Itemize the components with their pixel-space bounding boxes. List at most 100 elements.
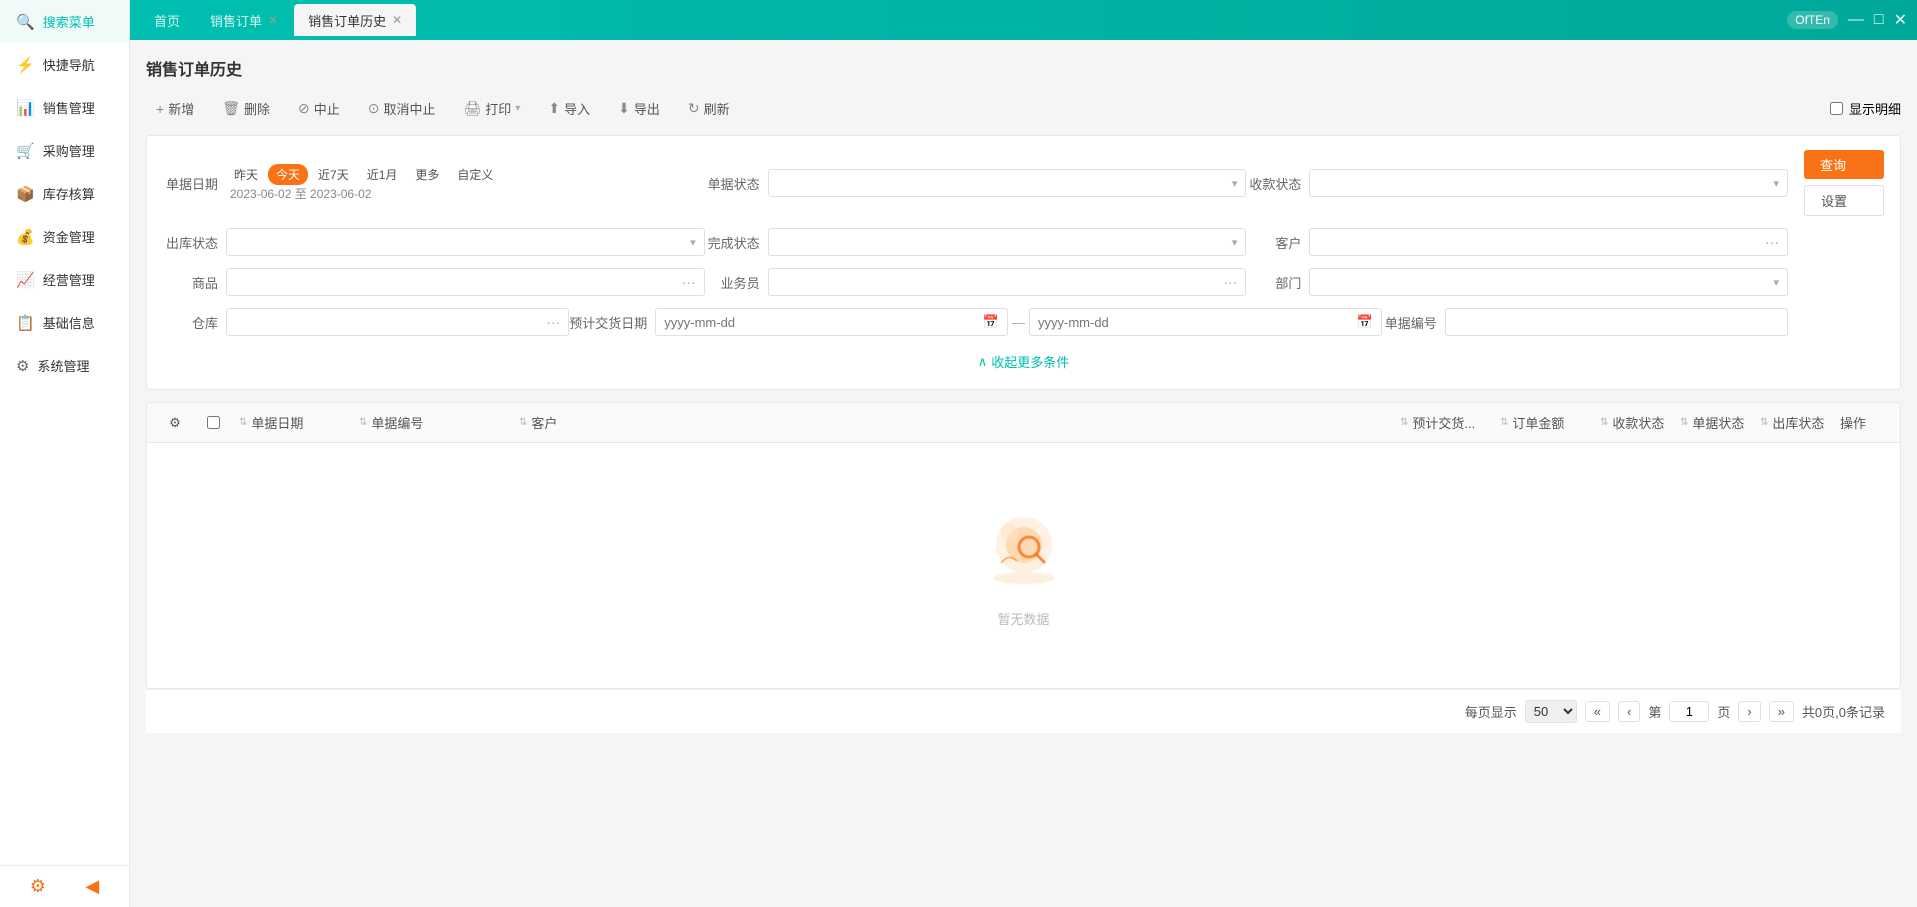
sys-mgmt-icon: ⚙ — [16, 357, 29, 375]
sidebar-item-base-info[interactable]: 📋 基础信息 — [0, 301, 129, 344]
often-badge[interactable]: OfTEn — [1787, 11, 1838, 29]
page-size-select[interactable]: 20 50 100 — [1525, 700, 1577, 723]
goods-control[interactable]: ··· — [226, 268, 705, 296]
tab-sales-order-history-close[interactable]: ✕ — [392, 14, 402, 26]
th-order-amount[interactable]: ⇅ 订单金额 — [1492, 413, 1592, 432]
current-page-input[interactable] — [1669, 701, 1709, 722]
th-checkbox[interactable] — [195, 416, 231, 429]
sidebar-item-ops-mgmt[interactable]: 📈 经营管理 — [0, 258, 129, 301]
query-button[interactable]: 查询 — [1804, 150, 1884, 179]
prev-page-button[interactable]: ‹ — [1618, 701, 1640, 722]
tab-sales-order-history[interactable]: 销售订单历史 ✕ — [294, 4, 416, 36]
out-status-label: 出库状态 — [163, 233, 218, 252]
sidebar-item-sales-mgmt[interactable]: 📊 销售管理 — [0, 86, 129, 129]
select-all-checkbox[interactable] — [207, 416, 220, 429]
filter-item-doc-date: 单据日期 昨天 今天 近7天 近1月 更多 自定义 2023-06-02 至 2… — [163, 164, 705, 202]
doc-number-control[interactable] — [1445, 308, 1788, 336]
warehouse-dots-icon[interactable]: ··· — [546, 314, 560, 330]
th-doc-date[interactable]: ⇅ 单据日期 — [231, 413, 351, 432]
cancel-stop-button[interactable]: ⊙ 取消中止 — [358, 94, 446, 123]
th-payment-status[interactable]: ⇅ 收款状态 — [1592, 413, 1672, 432]
last-page-button[interactable]: » — [1769, 701, 1794, 722]
sidebar-item-sys-mgmt[interactable]: ⚙ 系统管理 — [0, 344, 129, 387]
date-tab-more[interactable]: 更多 — [407, 164, 447, 185]
th-doc-number[interactable]: ⇅ 单据编号 — [351, 413, 511, 432]
th-delivery-date-label: 预计交货... — [1412, 413, 1475, 432]
data-table: ⚙ ⇅ 单据日期 ⇅ 单据编号 ⇅ 客户 ⇅ — [146, 402, 1901, 689]
complete-status-control[interactable]: ▾ — [768, 228, 1247, 256]
delete-button[interactable]: 🗑 删除 — [212, 94, 280, 123]
stop-button[interactable]: ⊘ 中止 — [288, 94, 350, 123]
th-customer[interactable]: ⇅ 客户 — [511, 413, 1392, 432]
calendar-start-icon[interactable]: 📅 — [983, 314, 999, 330]
date-range-value: 2023-06-02 至 2023-06-02 — [230, 185, 705, 202]
goods-dots-icon[interactable]: ··· — [682, 274, 696, 290]
delivery-date-end-input[interactable] — [1038, 315, 1357, 330]
customer-control[interactable]: ··· — [1309, 228, 1788, 256]
customer-input[interactable] — [1318, 235, 1765, 250]
refresh-button[interactable]: ↻ 刷新 — [678, 94, 740, 123]
out-status-control[interactable]: ▾ — [226, 228, 705, 256]
delivery-date-start-control[interactable]: 📅 — [655, 308, 1008, 336]
payment-status-input[interactable] — [1318, 176, 1773, 191]
import-button[interactable]: ⬆ 导入 — [538, 94, 600, 123]
page-label-prefix: 第 — [1648, 702, 1661, 721]
search-menu-icon: 🔍 — [16, 13, 35, 31]
warehouse-input[interactable] — [235, 315, 546, 330]
minimize-button[interactable]: — — [1848, 11, 1864, 29]
sidebar-item-stock-calc[interactable]: 📦 库存核算 — [0, 172, 129, 215]
th-doc-status[interactable]: ⇅ 单据状态 — [1672, 413, 1752, 432]
print-button[interactable]: 🖨 打印 ▾ — [454, 94, 531, 123]
sidebar-item-quick-nav[interactable]: ⚡ 快捷导航 — [0, 43, 129, 86]
doc-number-input[interactable] — [1454, 315, 1779, 330]
sidebar-bottom: ⚙ ◀ — [0, 865, 129, 907]
display-toggle-checkbox[interactable] — [1830, 102, 1843, 115]
doc-status-input[interactable] — [777, 176, 1232, 191]
date-tab-custom[interactable]: 自定义 — [449, 164, 501, 185]
sidebar-item-funds-mgmt[interactable]: 💰 资金管理 — [0, 215, 129, 258]
th-doc-status-label: 单据状态 — [1692, 413, 1744, 432]
sidebar-item-search-menu[interactable]: 🔍 搜索菜单 — [0, 0, 129, 43]
delivery-date-start-input[interactable] — [664, 315, 983, 330]
tab-home[interactable]: 首页 — [140, 4, 194, 36]
maximize-button[interactable]: □ — [1874, 11, 1884, 29]
sidebar-item-purchase-mgmt[interactable]: 🛒 采购管理 — [0, 129, 129, 172]
tab-sales-order-close[interactable]: ✕ — [268, 14, 278, 26]
th-action: 操作 — [1832, 413, 1892, 432]
sidebar-collapse-icon[interactable]: ◀ — [85, 876, 99, 897]
next-page-button[interactable]: › — [1738, 701, 1760, 722]
date-tab-yesterday[interactable]: 昨天 — [226, 164, 266, 185]
tab-sales-order[interactable]: 销售订单 ✕ — [196, 4, 292, 36]
date-tab-7days[interactable]: 近7天 — [310, 164, 357, 185]
salesperson-label: 业务员 — [705, 273, 760, 292]
out-status-input[interactable] — [235, 235, 690, 250]
add-button[interactable]: + 新增 — [146, 94, 204, 123]
sidebar-settings-icon[interactable]: ⚙ — [30, 876, 46, 897]
department-control[interactable]: ▾ — [1309, 268, 1788, 296]
doc-status-control[interactable]: ▾ — [768, 169, 1247, 197]
salesperson-dots-icon[interactable]: ··· — [1223, 274, 1237, 290]
salesperson-control[interactable]: ··· — [768, 268, 1247, 296]
customer-dots-icon[interactable]: ··· — [1765, 234, 1779, 250]
th-settings[interactable]: ⚙ — [155, 415, 195, 431]
calendar-end-icon[interactable]: 📅 — [1357, 314, 1373, 330]
first-page-button[interactable]: « — [1585, 701, 1610, 722]
goods-input[interactable] — [235, 275, 682, 290]
delivery-date-end-control[interactable]: 📅 — [1029, 308, 1382, 336]
collapse-button[interactable]: ∧ 收起更多条件 — [163, 348, 1884, 375]
table-settings-icon[interactable]: ⚙ — [169, 415, 181, 431]
date-tab-1month[interactable]: 近1月 — [359, 164, 406, 185]
export-button[interactable]: ⬇ 导出 — [608, 94, 670, 123]
salesperson-input[interactable] — [777, 275, 1224, 290]
close-button[interactable]: ✕ — [1894, 10, 1907, 30]
sidebar-item-label: 资金管理 — [43, 227, 95, 246]
th-delivery-date[interactable]: ⇅ 预计交货... — [1392, 413, 1492, 432]
stop-icon: ⊘ — [298, 100, 310, 117]
date-tab-today[interactable]: 今天 — [268, 164, 308, 185]
th-out-status[interactable]: ⇅ 出库状态 — [1752, 413, 1832, 432]
complete-status-input[interactable] — [777, 235, 1232, 250]
department-input[interactable] — [1318, 275, 1773, 290]
payment-status-control[interactable]: ▾ — [1309, 169, 1788, 197]
warehouse-control[interactable]: ··· — [226, 308, 569, 336]
settings-button[interactable]: 设置 — [1804, 185, 1884, 216]
